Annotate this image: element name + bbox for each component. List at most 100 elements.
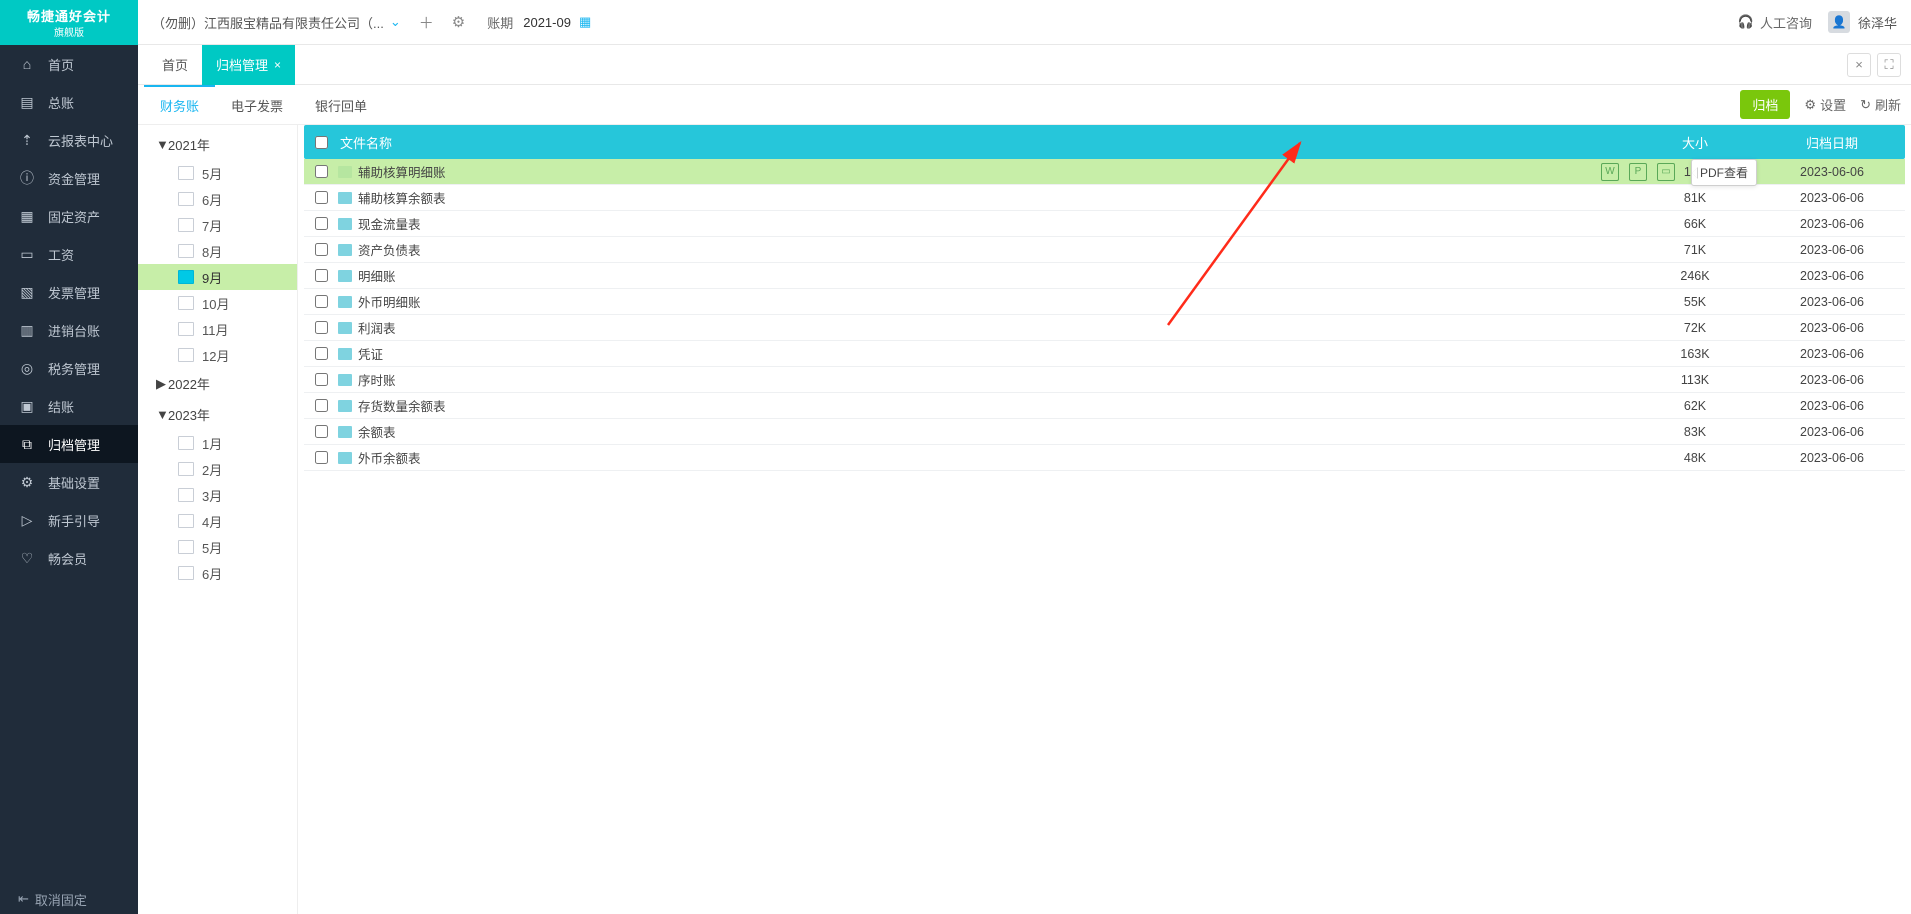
folder-icon (338, 374, 352, 386)
row-checkbox[interactable] (315, 451, 328, 464)
sidebar-item-5[interactable]: ▭工资 (0, 235, 138, 273)
col-date: 归档日期 (1765, 133, 1905, 152)
sidebar-item-11[interactable]: ⚙基础设置 (0, 463, 138, 501)
nav-icon: ▣ (18, 398, 36, 415)
user-menu[interactable]: 👤 徐泽华 (1828, 11, 1897, 33)
sidebar-item-7[interactable]: ▥进销台账 (0, 311, 138, 349)
sidebar-item-12[interactable]: ▷新手引导 (0, 501, 138, 539)
sidebar-item-9[interactable]: ▣结账 (0, 387, 138, 425)
file-size: 246K (1625, 269, 1765, 283)
sidebar-item-1[interactable]: ▤总账 (0, 83, 138, 121)
row-checkbox[interactable] (315, 347, 328, 360)
tree-month[interactable]: 5月 (138, 534, 297, 560)
fullscreen-icon[interactable]: ⛶ (1877, 53, 1901, 77)
sidebar-item-10[interactable]: ⧉归档管理 (0, 425, 138, 463)
unpin-sidebar[interactable]: ⇤ 取消固定 (0, 884, 138, 914)
tree-year[interactable]: ▶2022年 (138, 368, 297, 399)
sidebar-item-2[interactable]: ⇡云报表中心 (0, 121, 138, 159)
archive-button[interactable]: 归档 (1740, 90, 1790, 119)
table-header: 文件名称 大小 归档日期 (304, 125, 1905, 159)
sidebar-item-3[interactable]: ⓘ资金管理 (0, 159, 138, 197)
row-checkbox[interactable] (315, 217, 328, 230)
table-row[interactable]: 辅助核算余额表81K2023-06-06 (304, 185, 1905, 211)
add-icon[interactable]: ＋ (419, 12, 434, 33)
subtab-1[interactable]: 电子发票 (215, 85, 299, 125)
settings-link[interactable]: ⚙ 设置 (1804, 95, 1846, 114)
row-checkbox[interactable] (315, 165, 328, 178)
tree-month[interactable]: 1月 (138, 430, 297, 456)
tree-month[interactable]: 8月 (138, 238, 297, 264)
tab-archive-label: 归档管理 (216, 55, 268, 74)
sidebar-item-6[interactable]: ▧发票管理 (0, 273, 138, 311)
row-checkbox[interactable] (315, 269, 328, 282)
refresh-link[interactable]: ↻ 刷新 (1860, 95, 1901, 114)
subtab-2[interactable]: 银行回单 (299, 85, 383, 125)
file-size: 113K (1625, 373, 1765, 387)
tree-month[interactable]: 3月 (138, 482, 297, 508)
table-row[interactable]: 外币明细账55K2023-06-06 (304, 289, 1905, 315)
row-checkbox[interactable] (315, 321, 328, 334)
table-row[interactable]: 明细账246K2023-06-06 (304, 263, 1905, 289)
table-row[interactable]: 凭证163K2023-06-06 (304, 341, 1905, 367)
row-checkbox[interactable] (315, 425, 328, 438)
table-row[interactable]: 利润表72K2023-06-06 (304, 315, 1905, 341)
table-row[interactable]: 余额表83K2023-06-06 (304, 419, 1905, 445)
calendar-icon[interactable]: ▦ (579, 14, 591, 30)
year-tree: ▼2021年5月6月7月8月9月10月11月12月▶2022年▼2023年1月2… (138, 125, 298, 914)
tab-home[interactable]: 首页 (148, 45, 202, 85)
tree-month[interactable]: 9月 (138, 264, 297, 290)
file-size: 62K (1625, 399, 1765, 413)
select-all-checkbox[interactable] (315, 136, 328, 149)
tree-month[interactable]: 4月 (138, 508, 297, 534)
row-checkbox[interactable] (315, 243, 328, 256)
close-all-tabs[interactable]: × (1847, 53, 1871, 77)
archive-date: 2023-06-06 (1765, 425, 1905, 439)
sidebar-item-13[interactable]: ♡畅会员 (0, 539, 138, 577)
sidebar-item-label: 畅会员 (48, 549, 87, 568)
tree-year[interactable]: ▼2023年 (138, 399, 297, 430)
nav-icon: ⇡ (18, 132, 36, 149)
file-size: 66K (1625, 217, 1765, 231)
tree-month[interactable]: 2月 (138, 456, 297, 482)
triangle-icon: ▼ (156, 407, 168, 422)
subtab-0[interactable]: 财务账 (144, 85, 215, 125)
table-row[interactable]: 辅助核算明细账16K2023-06-06WP▭PDF查看 (304, 159, 1905, 185)
download-word-icon[interactable]: W (1601, 163, 1619, 181)
tree-month[interactable]: 11月 (138, 316, 297, 342)
pdf-view-icon[interactable]: ▭ (1657, 163, 1675, 181)
archive-date: 2023-06-06 (1765, 243, 1905, 257)
triangle-icon: ▶ (156, 376, 168, 392)
tree-month[interactable]: 6月 (138, 560, 297, 586)
consult-link[interactable]: 🎧 人工咨询 (1738, 13, 1812, 32)
archive-date: 2023-06-06 (1765, 269, 1905, 283)
table-row[interactable]: 现金流量表66K2023-06-06 (304, 211, 1905, 237)
sidebar-item-4[interactable]: ▦固定资产 (0, 197, 138, 235)
row-checkbox[interactable] (315, 399, 328, 412)
row-checkbox[interactable] (315, 295, 328, 308)
tree-year[interactable]: ▼2021年 (138, 129, 297, 160)
download-pdf-icon[interactable]: P (1629, 163, 1647, 181)
tree-month[interactable]: 5月 (138, 160, 297, 186)
gear-icon[interactable]: ⚙ (452, 13, 465, 31)
archive-date: 2023-06-06 (1765, 451, 1905, 465)
sidebar-item-8[interactable]: ◎税务管理 (0, 349, 138, 387)
tab-archive[interactable]: 归档管理 × (202, 45, 295, 85)
table-row[interactable]: 序时账113K2023-06-06 (304, 367, 1905, 393)
sidebar-item-label: 发票管理 (48, 283, 100, 302)
archive-date: 2023-06-06 (1765, 191, 1905, 205)
row-checkbox[interactable] (315, 373, 328, 386)
tree-month[interactable]: 6月 (138, 186, 297, 212)
table-row[interactable]: 外币余额表48K2023-06-06 (304, 445, 1905, 471)
sidebar-item-0[interactable]: ⌂首页 (0, 45, 138, 83)
table-row[interactable]: 存货数量余额表62K2023-06-06 (304, 393, 1905, 419)
close-icon[interactable]: × (274, 58, 281, 72)
tree-month[interactable]: 12月 (138, 342, 297, 368)
tree-month[interactable]: 7月 (138, 212, 297, 238)
tree-month[interactable]: 10月 (138, 290, 297, 316)
company-select[interactable]: （勿删）江西服宝精品有限责任公司（... ⌄ (152, 13, 401, 32)
table-row[interactable]: 资产负债表71K2023-06-06 (304, 237, 1905, 263)
row-checkbox[interactable] (315, 191, 328, 204)
nav-icon: ▦ (18, 208, 36, 225)
main-nav: ⌂首页▤总账⇡云报表中心ⓘ资金管理▦固定资产▭工资▧发票管理▥进销台账◎税务管理… (0, 45, 138, 884)
brand-name: 畅捷通好会计 (27, 6, 111, 25)
